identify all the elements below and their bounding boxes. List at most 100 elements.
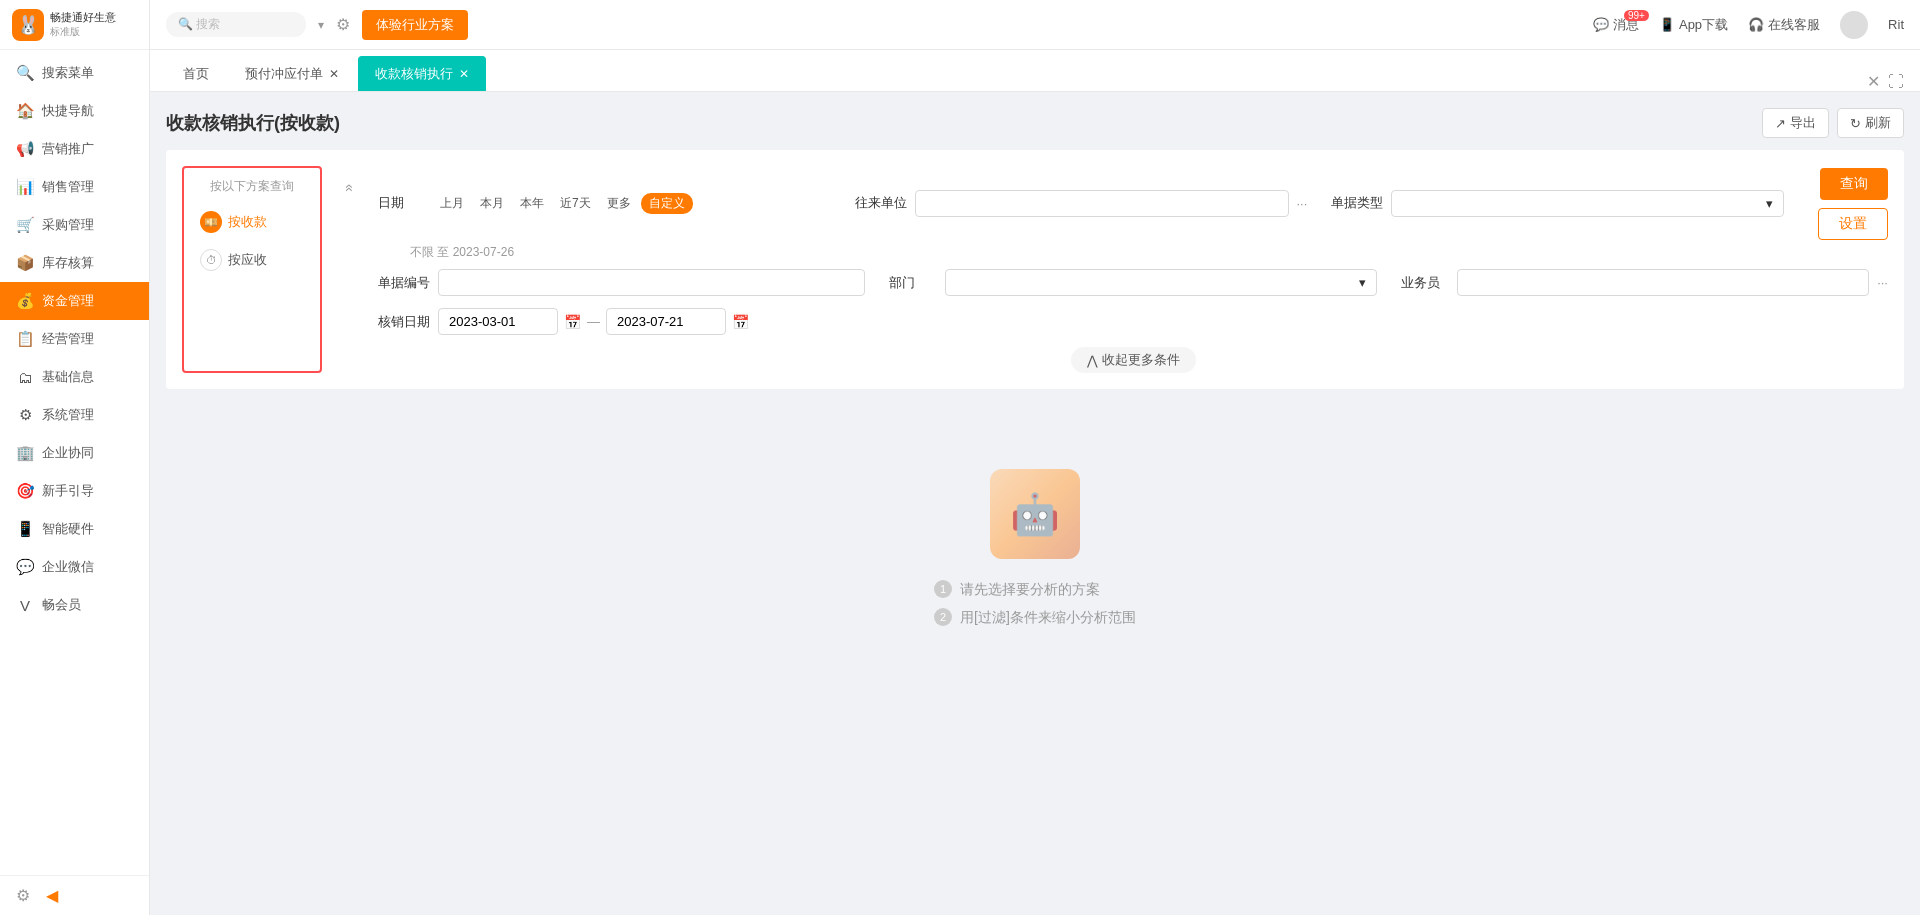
nav-business-icon: 📋 <box>16 330 34 348</box>
date-this-year-button[interactable]: 本年 <box>514 193 550 214</box>
sidebar-item-guide[interactable]: 🎯新手引导 <box>0 472 149 510</box>
refresh-icon: ↻ <box>1850 116 1861 131</box>
date-this-month-button[interactable]: 本月 <box>474 193 510 214</box>
search-text: 搜索 <box>196 17 220 31</box>
writeoff-date-group: 📅 — 📅 <box>438 308 749 335</box>
page-actions: ↗ 导出 ↻ 刷新 <box>1762 108 1904 138</box>
dept-label: 部门 <box>889 274 937 292</box>
doctype-select[interactable]: ▾ <box>1391 190 1784 217</box>
nav-hardware-icon: 📱 <box>16 520 34 538</box>
date-last-month-button[interactable]: 上月 <box>434 193 470 214</box>
tab-receipt-writeoff[interactable]: 收款核销执行 ✕ <box>358 56 486 91</box>
chevron-down-icon[interactable]: ▾ <box>318 18 324 32</box>
logo-badge: 标准版 <box>50 25 116 39</box>
staff-field: 业务员 ··· <box>1401 269 1888 296</box>
tab-home[interactable]: 首页 <box>166 56 226 91</box>
filter-row-2: 单据编号 部门 ▾ 业务员 ··· <box>378 269 1888 296</box>
sidebar-item-hardware[interactable]: 📱 智能硬件 <box>0 510 149 548</box>
tab-prepay-label: 预付冲应付单 <box>245 65 323 83</box>
tab-receipt-writeoff-label: 收款核销执行 <box>375 65 453 83</box>
date-shortcuts: 上月 本月 本年 近7天 更多 自定义 <box>434 193 693 214</box>
sidebar-item-search[interactable]: 🔍搜索菜单 <box>0 54 149 92</box>
page-title: 收款核销执行(按收款) <box>166 111 340 135</box>
nav-quick-nav-label: 快捷导航 <box>42 102 94 120</box>
message-button[interactable]: 💬 消息 99+ <box>1593 16 1639 34</box>
sidebar-item-inventory[interactable]: 📦库存核算 <box>0 244 149 282</box>
sidebar-item-quick-nav[interactable]: 🏠 快捷导航 <box>0 92 149 130</box>
date-custom-button[interactable]: 自定义 <box>641 193 693 214</box>
collapse-footer-icon[interactable]: ◀ <box>46 886 58 905</box>
sidebar-item-basic[interactable]: 🗂基础信息 <box>0 358 149 396</box>
solution-button[interactable]: 体验行业方案 <box>362 10 468 40</box>
filter-by-receipt[interactable]: 💴 按收款 <box>184 203 320 241</box>
nav-sales-icon: 📊 <box>16 178 34 196</box>
sidebar-item-sales[interactable]: 📊 销售管理 <box>0 168 149 206</box>
sidebar-item-member[interactable]: V畅会员 <box>0 586 149 624</box>
nav-sales-label: 销售管理 <box>42 178 94 196</box>
filter-row-3: 核销日期 📅 — 📅 <box>378 308 1888 335</box>
nav-marketing-label: 营销推广 <box>42 140 94 158</box>
refresh-button[interactable]: ↻ 刷新 <box>1837 108 1904 138</box>
filter-by-receivable[interactable]: ⏱ 按应收 <box>184 241 320 279</box>
counterpart-dots-icon[interactable]: ··· <box>1297 196 1308 211</box>
writeoff-date-start-input[interactable] <box>438 308 558 335</box>
date-7days-button[interactable]: 近7天 <box>554 193 597 214</box>
query-button[interactable]: 查询 <box>1820 168 1888 200</box>
collapse-more-button[interactable]: ⋀ 收起更多条件 <box>1071 347 1196 373</box>
filter-collapse-button[interactable]: « <box>338 176 362 200</box>
nav-hardware-label: 智能硬件 <box>42 520 94 538</box>
nav-member-label: 畅会员 <box>42 596 81 614</box>
gear-icon[interactable]: ⚙ <box>336 15 350 34</box>
sidebar-item-system[interactable]: ⚙系统管理 <box>0 396 149 434</box>
nav-enterprise-label: 企业协同 <box>42 444 94 462</box>
nav-system-label: 系统管理 <box>42 406 94 424</box>
topbar-right: 💬 消息 99+ 📱 App下载 🎧 在线客服 Rit <box>1593 11 1904 39</box>
export-button[interactable]: ↗ 导出 <box>1762 108 1829 138</box>
query-panel: 按以下方案查询 💴 按收款 ⏱ 按应收 « 日期 <box>166 150 1904 389</box>
settings-button[interactable]: 设置 <box>1818 208 1888 240</box>
writeoff-date-end-input[interactable] <box>606 308 726 335</box>
dept-chevron-icon: ▾ <box>1359 275 1366 290</box>
nav-wechat-icon: 💬 <box>16 558 34 576</box>
staff-dots-icon[interactable]: ··· <box>1877 275 1888 290</box>
settings-footer-icon[interactable]: ⚙ <box>16 886 30 905</box>
date-label: 日期 <box>378 194 426 212</box>
empty-illustration: 🤖 <box>990 469 1080 559</box>
counterpart-label: 往来单位 <box>855 194 907 212</box>
app-download-button[interactable]: 📱 App下载 <box>1659 16 1728 34</box>
writeoff-end-cal-icon[interactable]: 📅 <box>732 314 749 330</box>
tab-prepay[interactable]: 预付冲应付单 ✕ <box>228 56 356 91</box>
collapse-more-icon: ⋀ <box>1087 353 1098 368</box>
sidebar-item-enterprise[interactable]: 🏢企业协同 <box>0 434 149 472</box>
tab-receipt-writeoff-close-icon[interactable]: ✕ <box>459 67 469 81</box>
staff-input[interactable] <box>1457 269 1869 296</box>
counterpart-input[interactable] <box>915 190 1289 217</box>
online-service-button[interactable]: 🎧 在线客服 <box>1748 16 1820 34</box>
docnumber-field: 单据编号 <box>378 269 865 296</box>
sidebar-item-wechat[interactable]: 💬企业微信 <box>0 548 149 586</box>
nav-inventory-icon: 📦 <box>16 254 34 272</box>
tab-close-window-icon[interactable]: ✕ <box>1867 72 1880 91</box>
topbar: 🔍 搜索 ▾ ⚙ 体验行业方案 💬 消息 99+ 📱 App下载 🎧 在线客服 … <box>150 0 1920 50</box>
message-badge: 99+ <box>1624 10 1649 21</box>
writeoff-start-cal-icon[interactable]: 📅 <box>564 314 581 330</box>
nav-quick-nav-icon: 🏠 <box>16 102 34 120</box>
doctype-label: 单据类型 <box>1331 194 1383 212</box>
receivable-filter-label: 按应收 <box>228 251 267 269</box>
dept-select[interactable]: ▾ <box>945 269 1376 296</box>
content-area: 收款核销执行(按收款) ↗ 导出 ↻ 刷新 按以下方案查询 💴 按收款 <box>150 92 1920 915</box>
sidebar-item-purchase[interactable]: 🛒采购管理 <box>0 206 149 244</box>
sidebar-item-business[interactable]: 📋经营管理 <box>0 320 149 358</box>
hint-1-text: 请先选择要分析的方案 <box>960 575 1100 603</box>
tab-prepay-close-icon[interactable]: ✕ <box>329 67 339 81</box>
date-more-button[interactable]: 更多 <box>601 193 637 214</box>
nav-search-icon: 🔍 <box>16 64 34 82</box>
filter-fields: 日期 上月 本月 本年 近7天 更多 自定义 往来单位 ··· <box>378 166 1888 373</box>
tab-expand-icon[interactable]: ⛶ <box>1888 73 1904 91</box>
service-icon: 🎧 <box>1748 17 1764 32</box>
filter-box: 按以下方案查询 💴 按收款 ⏱ 按应收 <box>182 166 322 373</box>
docnumber-input[interactable] <box>438 269 865 296</box>
sidebar-item-marketing[interactable]: 📢营销推广 <box>0 130 149 168</box>
sidebar-item-finance[interactable]: 💰资金管理 <box>0 282 149 320</box>
avatar[interactable] <box>1840 11 1868 39</box>
